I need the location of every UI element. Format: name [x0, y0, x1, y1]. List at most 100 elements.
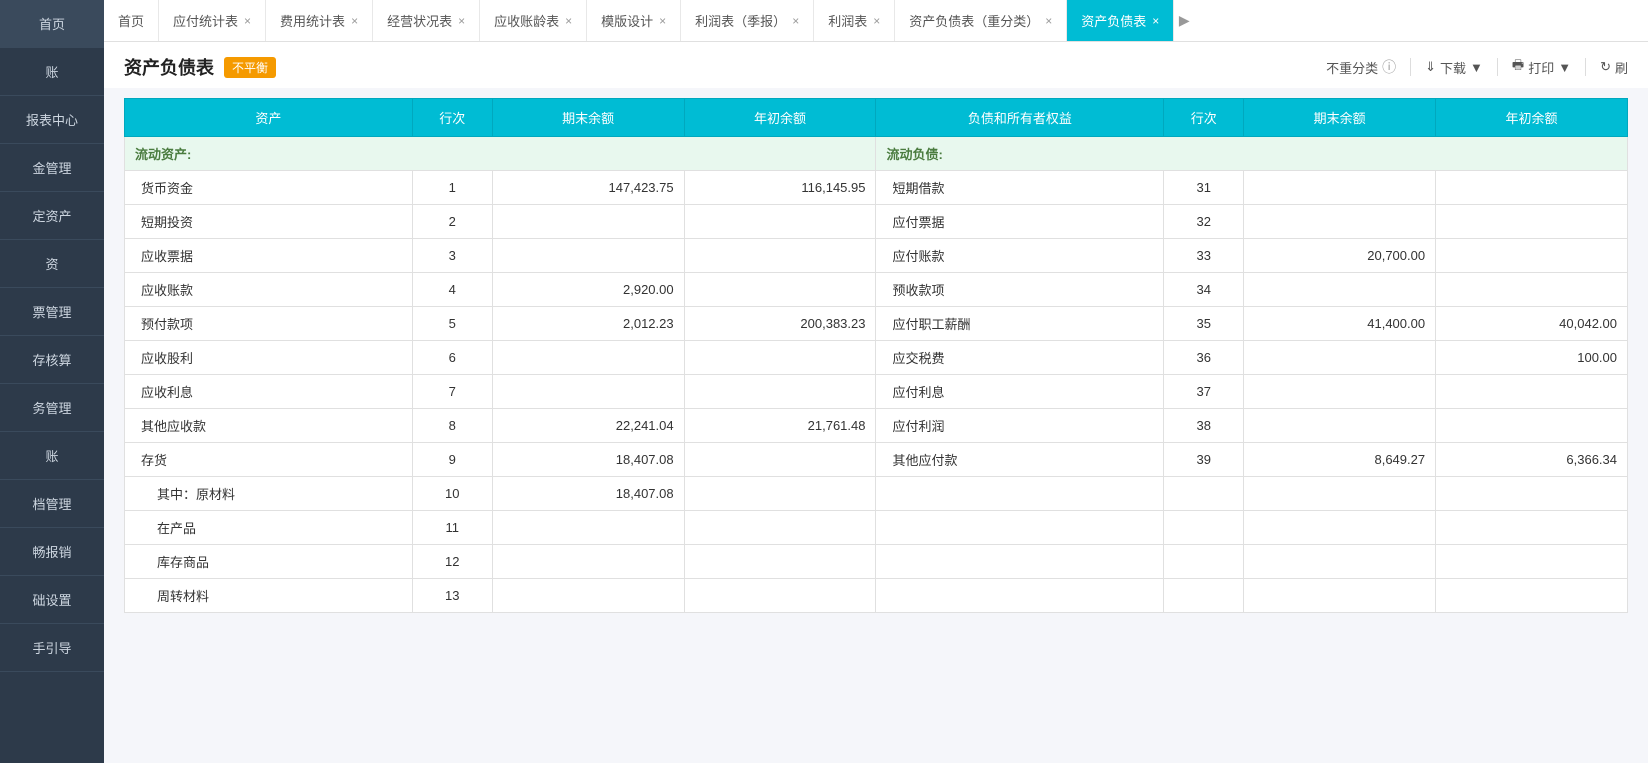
- cell-row-num-left: 7: [412, 375, 492, 409]
- col-start-balance-1: 年初余额: [684, 99, 876, 137]
- cell-end-balance-left: 2,920.00: [492, 273, 684, 307]
- sidebar-item-inventory[interactable]: 存核算: [0, 336, 104, 384]
- table-wrapper: 资产 行次 期末余额 年初余额 负债和所有者权益 行次 期末余额 年初余额 流动…: [104, 88, 1648, 633]
- cell-end-balance-right: [1244, 375, 1436, 409]
- close-tab-profit[interactable]: ×: [873, 15, 880, 27]
- print-icon: 🖶: [1512, 56, 1524, 78]
- cell-row-num-right: 33: [1164, 239, 1244, 273]
- table-row: 预付款项 5 2,012.23 200,383.23 应付职工薪酬 35 41,…: [125, 307, 1628, 341]
- cell-asset-name: 存货: [125, 443, 413, 477]
- cell-row-num-right: 31: [1164, 171, 1244, 205]
- cell-row-num-right: [1164, 477, 1244, 511]
- no-reclassify-action[interactable]: 不重分类 ⓘ: [1326, 57, 1396, 77]
- page-header: 资产负债表 不平衡 不重分类 ⓘ ⇓ 下载 ▼ 🖶 打印 ▼: [104, 42, 1648, 88]
- cell-end-balance-left: [492, 511, 684, 545]
- close-tab-payable-stats[interactable]: ×: [244, 15, 251, 27]
- close-tab-operations[interactable]: ×: [458, 15, 465, 27]
- tab-scroll-right[interactable]: ▶: [1174, 12, 1194, 29]
- table-row: 库存商品 12: [125, 545, 1628, 579]
- table-row: 货币资金 1 147,423.75 116,145.95 短期借款 31: [125, 171, 1628, 205]
- tab-balance[interactable]: 资产负债表 ×: [1067, 0, 1174, 42]
- cell-row-num-right: 34: [1164, 273, 1244, 307]
- cell-end-balance-left: 18,407.08: [492, 477, 684, 511]
- cell-row-num-right: 32: [1164, 205, 1244, 239]
- close-tab-template-design[interactable]: ×: [659, 15, 666, 27]
- section-label-left: 流动资产:: [125, 137, 876, 171]
- sidebar-item-report-center[interactable]: 报表中心: [0, 96, 104, 144]
- cell-liability-name: [876, 579, 1164, 613]
- cell-end-balance-right: [1244, 409, 1436, 443]
- col-liability-equity: 负债和所有者权益: [876, 99, 1164, 137]
- close-tab-balance-reclassified[interactable]: ×: [1045, 15, 1052, 27]
- cell-start-balance-left: [684, 239, 876, 273]
- cell-liability-name: 应付利润: [876, 409, 1164, 443]
- tab-home[interactable]: 首页: [104, 0, 159, 42]
- cell-row-num-left: 1: [412, 171, 492, 205]
- cell-start-balance-left: [684, 273, 876, 307]
- print-action[interactable]: 🖶 打印 ▼: [1512, 56, 1571, 78]
- table-row: 应收利息 7 应付利息 37: [125, 375, 1628, 409]
- download-action[interactable]: ⇓ 下载 ▼: [1425, 58, 1483, 77]
- cell-start-balance-left: [684, 477, 876, 511]
- sidebar-item-invoice-management[interactable]: 票管理: [0, 288, 104, 336]
- sidebar-item-fixed-assets[interactable]: 定资产: [0, 192, 104, 240]
- tab-bar: 首页 应付统计表 × 费用统计表 × 经营状况表 × 应收账龄表 × 模版设计 …: [104, 0, 1648, 42]
- cell-start-balance-left: [684, 545, 876, 579]
- sidebar-item-archive[interactable]: 档管理: [0, 480, 104, 528]
- close-tab-expense-stats[interactable]: ×: [351, 15, 358, 27]
- cell-liability-name: 应付账款: [876, 239, 1164, 273]
- cell-row-num-left: 3: [412, 239, 492, 273]
- cell-row-num-right: [1164, 579, 1244, 613]
- close-tab-receivable-aging[interactable]: ×: [565, 15, 572, 27]
- sidebar-item-basic-settings[interactable]: 础设置: [0, 576, 104, 624]
- close-tab-profit-quarterly[interactable]: ×: [792, 15, 799, 27]
- sidebar-item-account[interactable]: 账: [0, 48, 104, 96]
- table-row: 其他应收款 8 22,241.04 21,761.48 应付利润 38: [125, 409, 1628, 443]
- tab-receivable-aging[interactable]: 应收账龄表 ×: [480, 0, 587, 42]
- cell-liability-name: 预收款项: [876, 273, 1164, 307]
- page-title-area: 资产负债表 不平衡: [124, 54, 276, 80]
- sidebar: 首页 账 报表中心 金管理 定资产 资 票管理 存核算 务管理 账 档管理 畅报…: [0, 0, 104, 763]
- tab-payable-stats[interactable]: 应付统计表 ×: [159, 0, 266, 42]
- tab-operations[interactable]: 经营状况表 ×: [373, 0, 480, 42]
- refresh-action[interactable]: ↻ 刷: [1600, 58, 1628, 77]
- close-tab-balance[interactable]: ×: [1152, 15, 1159, 27]
- cell-liability-name: 应交税费: [876, 341, 1164, 375]
- tab-balance-reclassified[interactable]: 资产负债表（重分类） ×: [895, 0, 1067, 42]
- table-row: 存货 9 18,407.08 其他应付款 39 8,649.27 6,366.3…: [125, 443, 1628, 477]
- sidebar-item-expense[interactable]: 畅报销: [0, 528, 104, 576]
- cell-row-num-right: [1164, 511, 1244, 545]
- main-area: 首页 应付统计表 × 费用统计表 × 经营状况表 × 应收账龄表 × 模版设计 …: [104, 0, 1648, 763]
- cell-end-balance-left: 18,407.08: [492, 443, 684, 477]
- tab-expense-stats[interactable]: 费用统计表 ×: [266, 0, 373, 42]
- tab-profit-quarterly[interactable]: 利润表（季报） ×: [681, 0, 814, 42]
- cell-row-num-left: 10: [412, 477, 492, 511]
- sidebar-item-home[interactable]: 首页: [0, 0, 104, 48]
- cell-end-balance-right: 20,700.00: [1244, 239, 1436, 273]
- sidebar-item-fund-management[interactable]: 金管理: [0, 144, 104, 192]
- sidebar-item-guide[interactable]: 手引导: [0, 624, 104, 672]
- cell-row-num-right: 36: [1164, 341, 1244, 375]
- unbalanced-badge: 不平衡: [224, 57, 276, 78]
- cell-start-balance-right: 6,366.34: [1436, 443, 1628, 477]
- cell-end-balance-right: [1244, 579, 1436, 613]
- sidebar-item-business-management[interactable]: 务管理: [0, 384, 104, 432]
- cell-end-balance-right: [1244, 511, 1436, 545]
- refresh-icon: ↻: [1600, 59, 1611, 75]
- cell-asset-name: 应收股利: [125, 341, 413, 375]
- cell-start-balance-left: [684, 375, 876, 409]
- cell-asset-name: 在产品: [125, 511, 413, 545]
- cell-asset-name: 短期投资: [125, 205, 413, 239]
- cell-start-balance-right: [1436, 545, 1628, 579]
- cell-liability-name: 其他应付款: [876, 443, 1164, 477]
- tab-template-design[interactable]: 模版设计 ×: [587, 0, 681, 42]
- sidebar-item-capital[interactable]: 资: [0, 240, 104, 288]
- tab-profit[interactable]: 利润表 ×: [814, 0, 895, 42]
- header-actions: 不重分类 ⓘ ⇓ 下载 ▼ 🖶 打印 ▼ ↻ 刷: [1326, 56, 1628, 78]
- sidebar-item-ledger[interactable]: 账: [0, 432, 104, 480]
- section-row: 流动资产: 流动负债:: [125, 137, 1628, 171]
- cell-asset-name: 货币资金: [125, 171, 413, 205]
- col-end-balance-2: 期末余额: [1244, 99, 1436, 137]
- cell-liability-name: 应付职工薪酬: [876, 307, 1164, 341]
- cell-start-balance-left: [684, 511, 876, 545]
